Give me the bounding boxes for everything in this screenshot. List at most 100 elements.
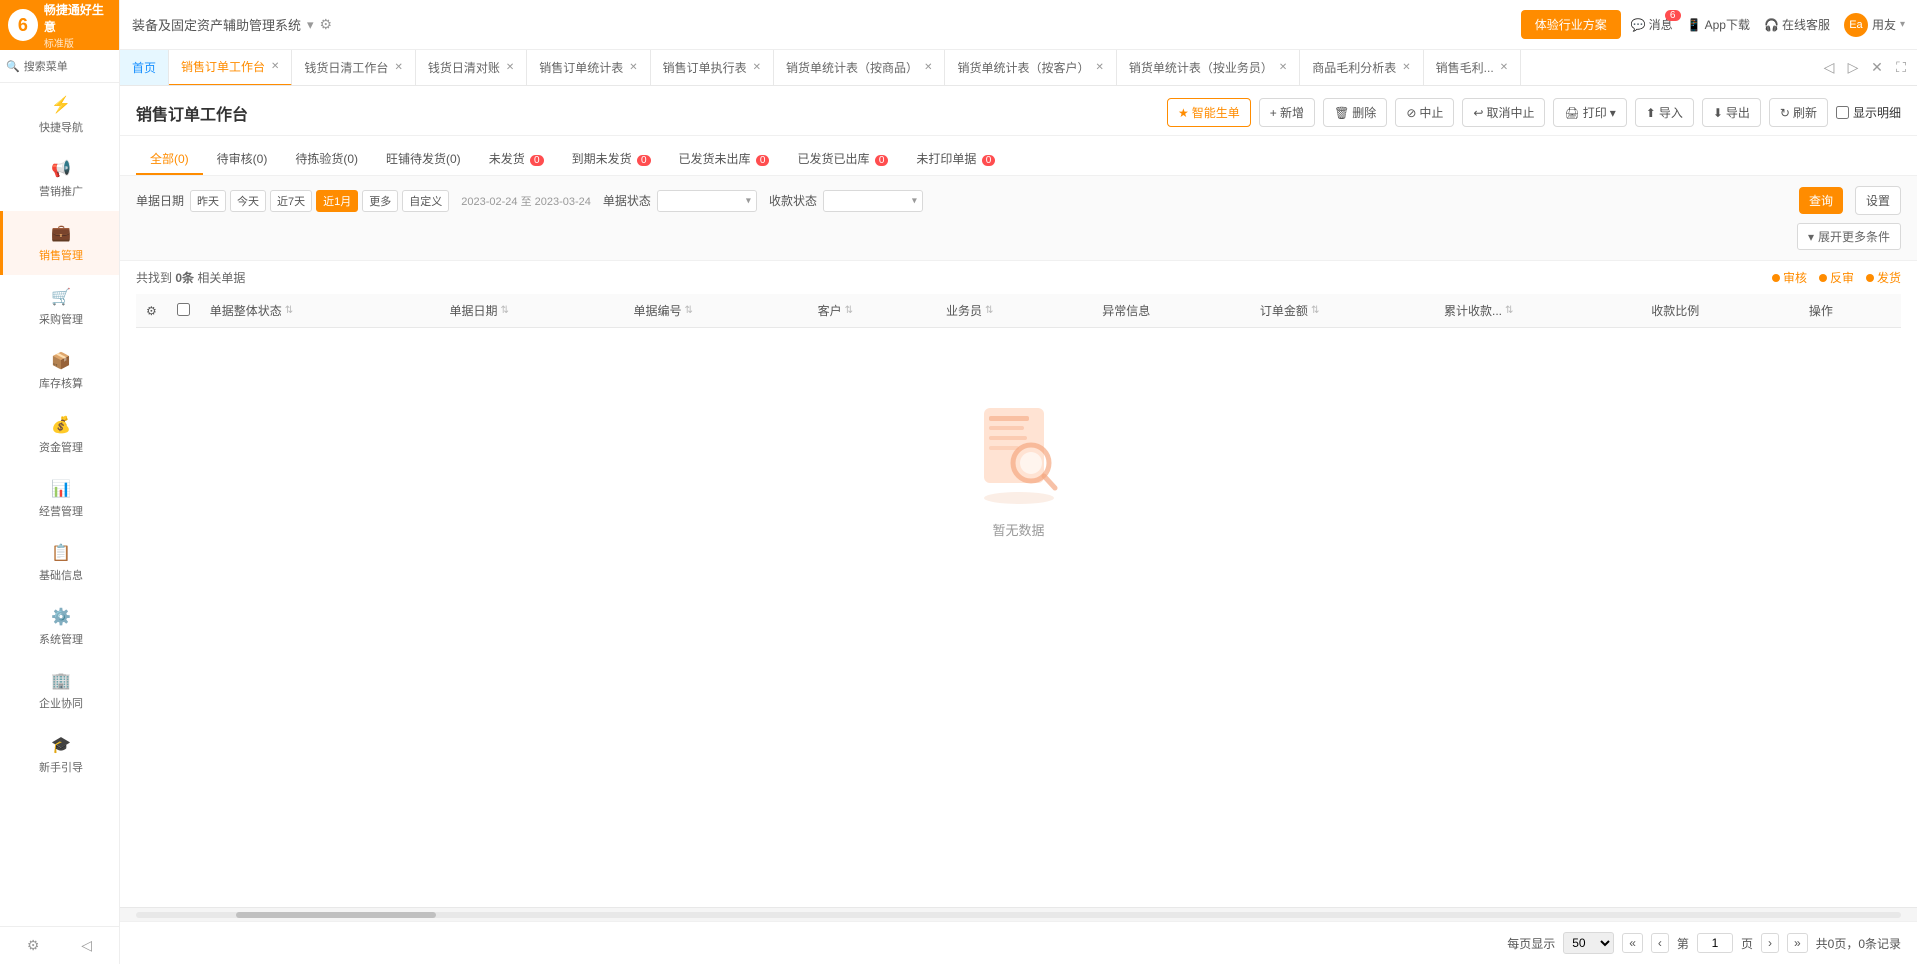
th-date-sort[interactable]: 单据日期 ⇅ bbox=[449, 302, 613, 319]
user-btn[interactable]: Ea 用友 ▾ bbox=[1844, 13, 1905, 37]
sidebar-settings-btn[interactable]: ⚙ bbox=[27, 937, 40, 954]
prev-page-btn[interactable]: ‹ bbox=[1651, 933, 1669, 953]
delete-btn[interactable]: 🗑 删除 bbox=[1323, 98, 1387, 127]
print-btn[interactable]: 🖨 打印 ▾ bbox=[1553, 98, 1626, 127]
tab-cash-account-close[interactable]: ✕ bbox=[506, 62, 514, 73]
tab-sales-more[interactable]: 销售毛利... ✕ bbox=[1424, 50, 1521, 86]
th-amount-sort[interactable]: 订单金额 ⇅ bbox=[1260, 302, 1424, 319]
check-all[interactable] bbox=[177, 303, 190, 316]
table-settings-icon[interactable]: ⚙ bbox=[146, 304, 157, 318]
cancel-stop-btn[interactable]: ↩ 取消中止 bbox=[1462, 98, 1545, 127]
message-btn[interactable]: 💬 消息 6 bbox=[1631, 16, 1673, 33]
filter-payment-select[interactable] bbox=[823, 190, 923, 212]
tab-cash-daily[interactable]: 钱货日清工作台 ✕ bbox=[292, 50, 415, 86]
th-staff-sort[interactable]: 业务员 ⇅ bbox=[946, 302, 1082, 319]
tab-sales-by-product[interactable]: 销货单统计表（按商品） ✕ bbox=[774, 50, 945, 86]
th-customer-sort[interactable]: 客户 ⇅ bbox=[818, 302, 926, 319]
new-btn[interactable]: + 新增 bbox=[1259, 98, 1315, 127]
sidebar-item-label: 新手引导 bbox=[39, 759, 83, 775]
sidebar-item-enterprise[interactable]: 🏢 企业协同 bbox=[0, 659, 119, 723]
tab-sales-by-product-close[interactable]: ✕ bbox=[924, 62, 932, 73]
stop-btn[interactable]: ⊘ 中止 bbox=[1395, 98, 1454, 127]
date-today-btn[interactable]: 今天 bbox=[230, 190, 266, 212]
export-btn[interactable]: ⬇ 导出 bbox=[1702, 98, 1761, 127]
tabs-prev-btn[interactable]: ◁ bbox=[1819, 58, 1839, 78]
scrollbar-thumb[interactable] bbox=[236, 912, 436, 918]
sub-tab-shipped-not-out[interactable]: 已发货未出库 0 bbox=[665, 144, 784, 175]
tab-cash-daily-close[interactable]: ✕ bbox=[394, 62, 402, 73]
date-1month-btn[interactable]: 近1月 bbox=[316, 190, 358, 212]
sidebar-item-system[interactable]: ⚙️ 系统管理 bbox=[0, 595, 119, 659]
show-detail-checkbox[interactable] bbox=[1836, 106, 1849, 119]
next-page-btn[interactable]: › bbox=[1761, 933, 1779, 953]
tab-sales-by-staff-close[interactable]: ✕ bbox=[1279, 62, 1287, 73]
sidebar-collapse-btn[interactable]: ◁ bbox=[81, 937, 92, 954]
page-size-select[interactable]: 10 20 50 100 bbox=[1563, 932, 1614, 954]
first-page-btn[interactable]: « bbox=[1622, 933, 1643, 953]
topbar-dropdown-icon[interactable]: ▾ bbox=[307, 17, 314, 33]
total-text: 共0页，0条记录 bbox=[1816, 935, 1901, 952]
anti-review-btn[interactable]: 反审 bbox=[1819, 269, 1854, 286]
th-status-sort[interactable]: 单据整体状态 ⇅ bbox=[210, 302, 430, 319]
import-btn[interactable]: ⬆ 导入 bbox=[1635, 98, 1694, 127]
query-btn[interactable]: 查询 bbox=[1799, 187, 1843, 214]
tab-gross-margin-close[interactable]: ✕ bbox=[1402, 62, 1410, 73]
tab-sales-exec-close[interactable]: ✕ bbox=[753, 62, 761, 73]
set-btn[interactable]: 设置 bbox=[1855, 186, 1901, 215]
sidebar-item-purchase[interactable]: 🛒 采购管理 bbox=[0, 275, 119, 339]
last-page-btn[interactable]: » bbox=[1787, 933, 1808, 953]
th-received-sort[interactable]: 累计收款... ⇅ bbox=[1444, 302, 1631, 319]
topbar-settings-icon[interactable]: ⚙ bbox=[320, 16, 333, 33]
sidebar-item-inventory[interactable]: 📦 库存核算 bbox=[0, 339, 119, 403]
review-btn[interactable]: 审核 bbox=[1772, 269, 1807, 286]
industry-btn[interactable]: 体验行业方案 bbox=[1521, 10, 1621, 39]
tab-sales-more-close[interactable]: ✕ bbox=[1500, 62, 1508, 73]
sales-icon: 💼 bbox=[51, 223, 71, 243]
sidebar-item-finance[interactable]: 💰 资金管理 bbox=[0, 403, 119, 467]
date-yesterday-btn[interactable]: 昨天 bbox=[190, 190, 226, 212]
sub-tab-not-printed[interactable]: 未打印单据 0 bbox=[902, 144, 1009, 175]
tab-sales-by-staff[interactable]: 销货单统计表（按业务员） ✕ bbox=[1117, 50, 1300, 86]
sidebar-item-basic-info[interactable]: 📋 基础信息 bbox=[0, 531, 119, 595]
sub-tab-wangpu[interactable]: 旺铺待发货(0) bbox=[372, 144, 475, 175]
tab-sales-workbench-close[interactable]: ✕ bbox=[271, 61, 279, 72]
filter-status-select[interactable] bbox=[657, 190, 757, 212]
app-download-btn[interactable]: 📱 App下载 bbox=[1687, 16, 1750, 33]
tab-home[interactable]: 首页 bbox=[120, 50, 169, 86]
tab-sales-workbench[interactable]: 销售订单工作台 ✕ bbox=[169, 50, 292, 86]
scrollbar-track[interactable] bbox=[136, 912, 1901, 918]
sidebar-item-quick-nav[interactable]: ⚡ 快捷导航 bbox=[0, 83, 119, 147]
tab-sales-stats-close[interactable]: ✕ bbox=[629, 62, 637, 73]
sub-tab-expired[interactable]: 到期未发货 0 bbox=[558, 144, 665, 175]
sub-tab-pending-inspection[interactable]: 待拣验货(0) bbox=[281, 144, 372, 175]
smart-btn[interactable]: ★ 智能生单 bbox=[1167, 98, 1251, 127]
tabs-maximize-btn[interactable]: ⛶ bbox=[1891, 58, 1911, 78]
sidebar-search[interactable]: 🔍 搜索菜单 bbox=[0, 50, 119, 83]
tab-cash-account[interactable]: 钱货日清对账 ✕ bbox=[416, 50, 527, 86]
tabs-close-btn[interactable]: ✕ bbox=[1867, 58, 1887, 78]
sub-tab-not-shipped[interactable]: 未发货 0 bbox=[475, 144, 558, 175]
th-number-sort[interactable]: 单据编号 ⇅ bbox=[634, 302, 798, 319]
date-custom-btn[interactable]: 自定义 bbox=[402, 190, 449, 212]
sidebar-item-marketing[interactable]: 📢 营销推广 bbox=[0, 147, 119, 211]
page-input[interactable] bbox=[1697, 933, 1733, 953]
tab-sales-exec[interactable]: 销售订单执行表 ✕ bbox=[651, 50, 774, 86]
sub-tab-pending-review[interactable]: 待审核(0) bbox=[203, 144, 282, 175]
sidebar-item-sales[interactable]: 💼 销售管理 bbox=[0, 211, 119, 275]
expand-more-btn[interactable]: ▾ 展开更多条件 bbox=[1797, 223, 1901, 250]
date-more-btn[interactable]: 更多 bbox=[362, 190, 398, 212]
tab-sales-stats[interactable]: 销售订单统计表 ✕ bbox=[527, 50, 650, 86]
ship-btn[interactable]: 发货 bbox=[1866, 269, 1901, 286]
date-7days-btn[interactable]: 近7天 bbox=[270, 190, 312, 212]
sub-tab-shipped-out[interactable]: 已发货已出库 0 bbox=[783, 144, 902, 175]
sub-tab-all[interactable]: 全部(0) bbox=[136, 144, 203, 175]
tab-gross-margin[interactable]: 商品毛利分析表 ✕ bbox=[1300, 50, 1423, 86]
tab-sales-by-customer-close[interactable]: ✕ bbox=[1095, 62, 1103, 73]
tab-sales-by-customer[interactable]: 销货单统计表（按客户） ✕ bbox=[945, 50, 1116, 86]
sort-icon-number: ⇅ bbox=[685, 305, 693, 316]
online-service-btn[interactable]: 🎧 在线客服 bbox=[1764, 16, 1830, 33]
tabs-next-btn[interactable]: ▷ bbox=[1843, 58, 1863, 78]
sidebar-item-operations[interactable]: 📊 经营管理 bbox=[0, 467, 119, 531]
sidebar-item-guide[interactable]: 🎓 新手引导 bbox=[0, 723, 119, 787]
refresh-btn[interactable]: ↻ 刷新 bbox=[1769, 98, 1828, 127]
